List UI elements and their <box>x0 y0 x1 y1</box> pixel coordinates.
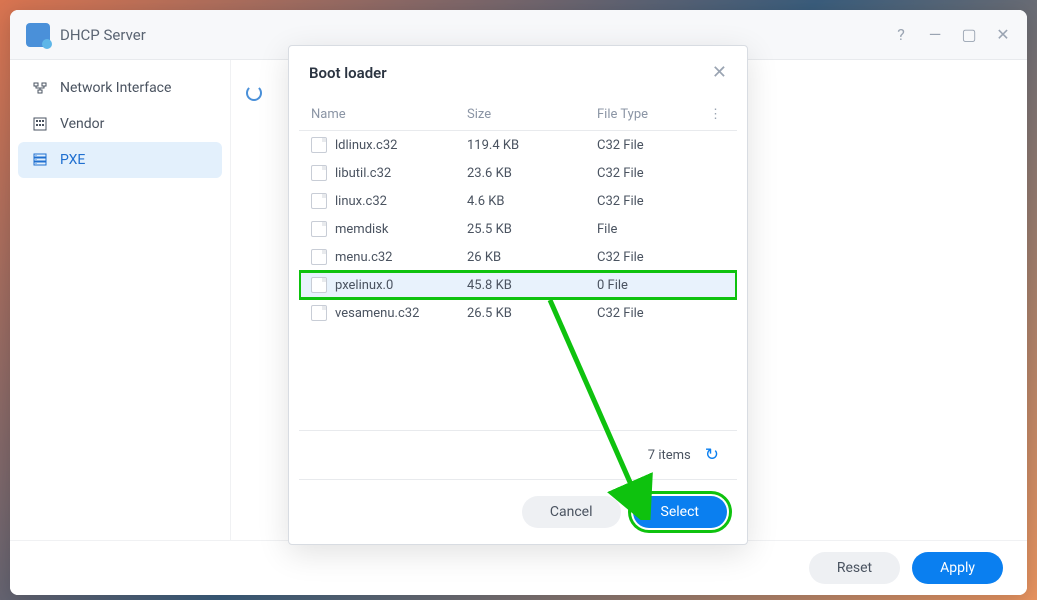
table-row[interactable]: pxelinux.0 45.8 KB 0 File <box>299 271 737 299</box>
sidebar-item-pxe[interactable]: PXE <box>18 142 222 178</box>
reset-button[interactable]: Reset <box>809 552 900 584</box>
select-button[interactable]: Select <box>633 496 727 528</box>
table-footer: 7 items ↻ <box>299 430 737 480</box>
sidebar-item-network-interface[interactable]: Network Interface <box>18 70 222 106</box>
modal-header: Boot loader ✕ <box>289 46 747 99</box>
table-row[interactable]: linux.c32 4.6 KB C32 File <box>299 187 737 215</box>
file-icon <box>311 249 327 265</box>
building-icon <box>30 116 50 132</box>
sidebar-item-label: Vendor <box>60 116 104 132</box>
cancel-button[interactable]: Cancel <box>522 496 621 528</box>
file-name: libutil.c32 <box>335 166 391 181</box>
file-type: File <box>597 222 729 237</box>
file-type: 0 File <box>597 278 729 293</box>
minimize-button[interactable]: — <box>927 27 943 43</box>
table-row[interactable]: memdisk 25.5 KB File <box>299 215 737 243</box>
item-count: 7 items <box>648 448 691 463</box>
column-name[interactable]: Name <box>307 107 467 122</box>
modal-title: Boot loader <box>309 64 387 82</box>
file-size: 26.5 KB <box>467 306 597 321</box>
file-size: 45.8 KB <box>467 278 597 293</box>
file-type: C32 File <box>597 250 729 265</box>
maximize-button[interactable]: ▢ <box>961 27 977 43</box>
file-icon <box>311 193 327 209</box>
file-size: 26 KB <box>467 250 597 265</box>
file-type: C32 File <box>597 166 729 181</box>
file-size: 25.5 KB <box>467 222 597 237</box>
sidebar-item-label: PXE <box>60 152 85 168</box>
app-icon <box>26 23 50 47</box>
table-row[interactable]: ldlinux.c32 119.4 KB C32 File <box>299 131 737 159</box>
file-type: C32 File <box>597 306 729 321</box>
window-controls: ? — ▢ ✕ <box>893 27 1011 43</box>
refresh-button[interactable]: ↻ <box>705 445 719 465</box>
file-icon <box>311 221 327 237</box>
apply-button[interactable]: Apply <box>912 552 1003 584</box>
file-name: pxelinux.0 <box>335 278 393 293</box>
file-size: 23.6 KB <box>467 166 597 181</box>
window-title: DHCP Server <box>60 26 893 44</box>
file-name: ldlinux.c32 <box>335 138 397 153</box>
file-name: vesamenu.c32 <box>335 306 419 321</box>
help-button[interactable]: ? <box>893 27 909 43</box>
file-name: memdisk <box>335 222 389 237</box>
file-icon <box>311 165 327 181</box>
sidebar: Network Interface Vendor PXE <box>10 60 230 540</box>
table-header: Name Size File Type ⋮ <box>299 99 737 131</box>
table-row[interactable]: libutil.c32 23.6 KB C32 File <box>299 159 737 187</box>
file-icon <box>311 305 327 321</box>
loading-spinner <box>246 85 262 101</box>
file-type: C32 File <box>597 138 729 153</box>
file-name: linux.c32 <box>335 194 387 209</box>
column-menu-button[interactable]: ⋮ <box>709 107 729 122</box>
server-icon <box>30 152 50 168</box>
modal-close-button[interactable]: ✕ <box>712 62 727 83</box>
close-button[interactable]: ✕ <box>995 27 1011 43</box>
file-type: C32 File <box>597 194 729 209</box>
table-body: ldlinux.c32 119.4 KB C32 File libutil.c3… <box>299 131 737 430</box>
table-row[interactable]: vesamenu.c32 26.5 KB C32 File <box>299 299 737 327</box>
network-icon <box>30 80 50 96</box>
column-type[interactable]: File Type <box>597 107 709 122</box>
file-size: 4.6 KB <box>467 194 597 209</box>
file-icon <box>311 277 327 293</box>
table-row[interactable]: menu.c32 26 KB C32 File <box>299 243 737 271</box>
file-table: Name Size File Type ⋮ ldlinux.c32 119.4 … <box>289 99 747 480</box>
boot-loader-modal: Boot loader ✕ Name Size File Type ⋮ ldli… <box>288 45 748 545</box>
modal-footer: Cancel Select <box>289 480 747 544</box>
sidebar-item-label: Network Interface <box>60 80 171 96</box>
sidebar-item-vendor[interactable]: Vendor <box>18 106 222 142</box>
column-size[interactable]: Size <box>467 107 597 122</box>
file-icon <box>311 137 327 153</box>
file-name: menu.c32 <box>335 250 392 265</box>
file-size: 119.4 KB <box>467 138 597 153</box>
main-footer: Reset Apply <box>10 540 1027 595</box>
